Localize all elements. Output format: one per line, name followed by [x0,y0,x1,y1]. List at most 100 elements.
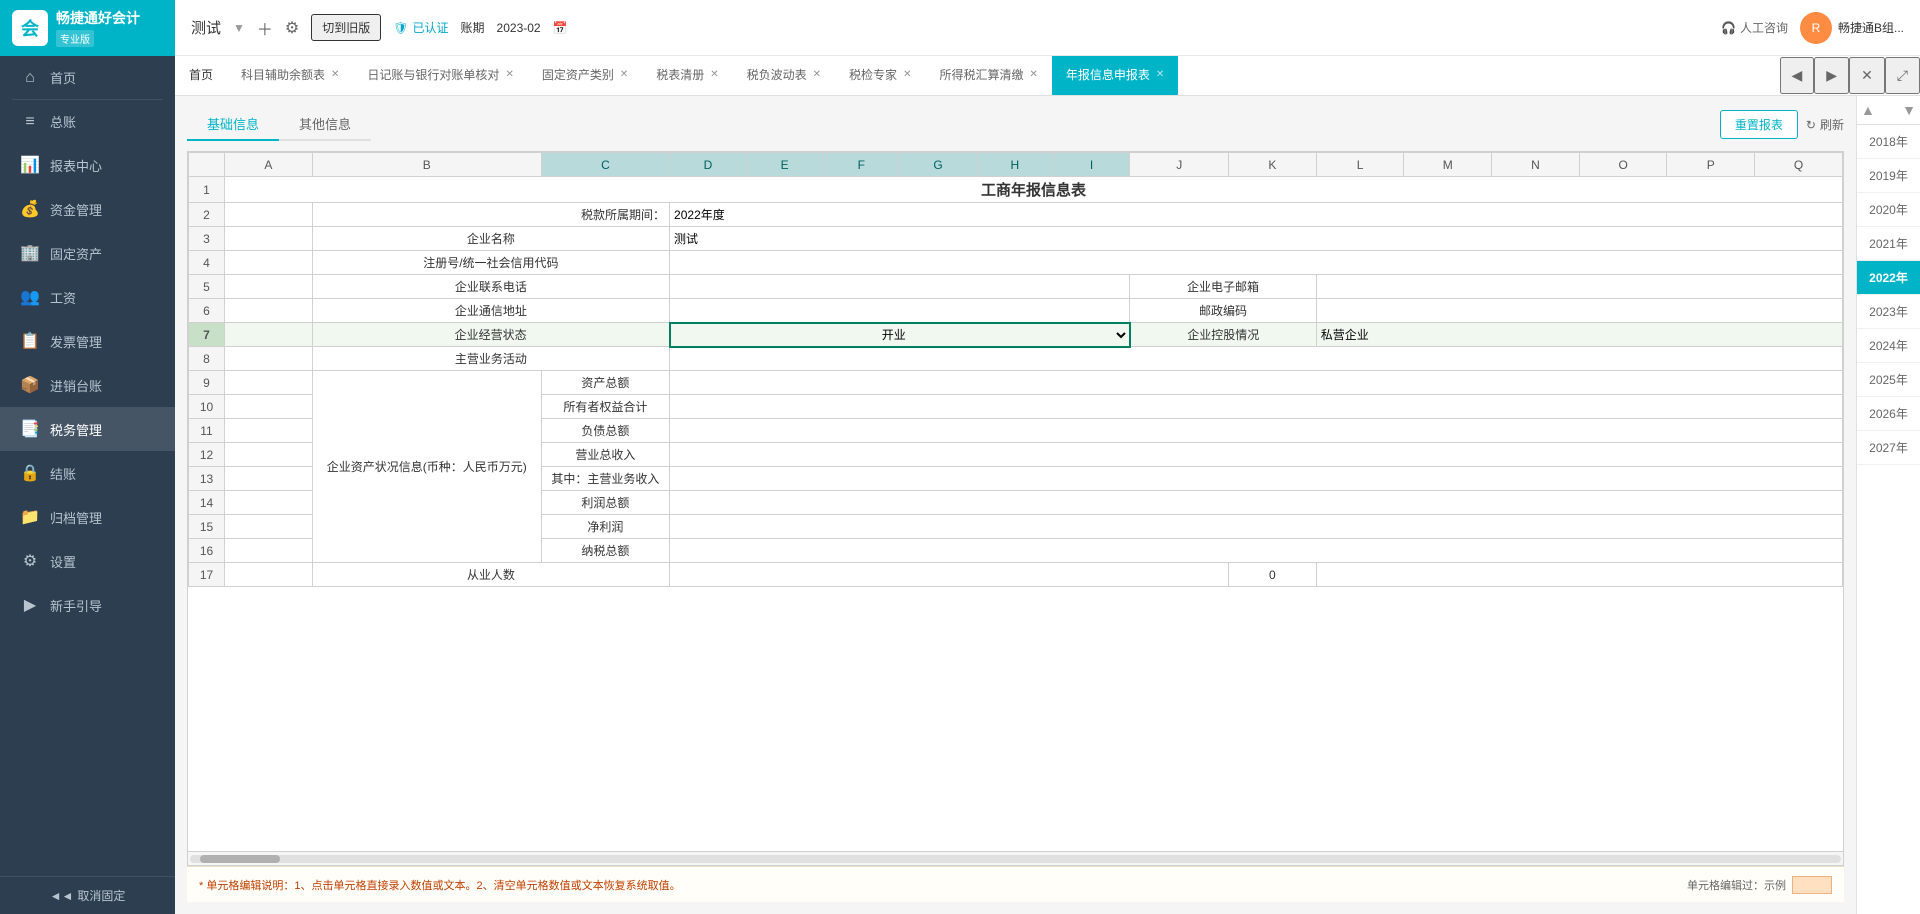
year-panel-up-btn[interactable]: ▲ [1859,100,1877,120]
report-title-cell[interactable]: 工商年报信息表 [225,177,1843,203]
sidebar-item-assets[interactable]: 🏢 固定资产 [0,231,175,275]
col-header-o[interactable]: O [1579,153,1667,177]
col-header-l[interactable]: L [1316,153,1404,177]
col-header-p[interactable]: P [1667,153,1755,177]
year-item-2025[interactable]: 2025年 [1857,363,1920,397]
col-header-m[interactable]: M [1404,153,1492,177]
business-status-select[interactable]: 开业 注销 吊销 迁出 撤销 [671,327,1129,343]
reset-report-btn[interactable]: 重置报表 [1720,110,1798,139]
cell-12-c[interactable] [670,443,1843,467]
topbar-settings-btn[interactable]: ⚙ [285,18,299,38]
cell-11-c[interactable] [670,419,1843,443]
tab-home[interactable]: 首页 [175,56,227,95]
cell-15-c[interactable] [670,515,1843,539]
cell-13-c[interactable] [670,467,1843,491]
sidebar-item-close[interactable]: 🔒 结账 [0,451,175,495]
cell-16-c[interactable] [670,539,1843,563]
tab-aux-close[interactable]: ✕ [331,69,339,80]
topbar-add-btn[interactable]: ＋ [257,16,273,40]
col-header-k[interactable]: K [1229,153,1317,177]
col-header-c[interactable]: C [541,153,669,177]
year-panel-down-btn[interactable]: ▼ [1900,100,1918,120]
sidebar-item-reports[interactable]: 📊 报表中心 [0,143,175,187]
cell-17-k[interactable] [1316,563,1842,587]
year-item-2019[interactable]: 2019年 [1857,159,1920,193]
refresh-btn[interactable]: ↻ 刷新 [1806,110,1844,139]
year-item-2018[interactable]: 2018年 [1857,125,1920,159]
cell-7-k[interactable]: 私营企业 [1316,323,1842,347]
cell-3-c[interactable]: 测试 [670,227,1843,251]
tab-annual-close[interactable]: ✕ [1156,69,1164,80]
col-header-q[interactable]: Q [1755,153,1843,177]
col-header-f[interactable]: F [823,153,900,177]
cell-5-k[interactable] [1316,275,1842,299]
calendar-icon[interactable]: 📅 [553,21,568,35]
year-item-2026[interactable]: 2026年 [1857,397,1920,431]
tab-taxlist-close[interactable]: ✕ [710,69,718,80]
year-item-2023[interactable]: 2023年 [1857,295,1920,329]
sidebar-item-inventory[interactable]: 📦 进销台账 [0,363,175,407]
year-item-2027[interactable]: 2027年 [1857,431,1920,465]
cell-8-c[interactable] [670,347,1843,371]
report-tab-basic[interactable]: 基础信息 [187,108,279,141]
sidebar-item-archive[interactable]: 📁 归档管理 [0,495,175,539]
cell-2-c[interactable]: 2022年度 [670,203,1843,227]
col-header-g[interactable]: G [900,153,977,177]
cell-17-j[interactable]: 0 [1229,563,1317,587]
tab-close-all-btn[interactable]: ✕ [1849,57,1885,94]
tab-taxlist[interactable]: 税表清册 ✕ [642,56,732,95]
cell-7-c-dropdown[interactable]: 开业 注销 吊销 迁出 撤销 [670,323,1130,347]
tab-assets-close[interactable]: ✕ [620,69,628,80]
sidebar-item-funds[interactable]: 💰 资金管理 [0,187,175,231]
cell-10-c[interactable] [670,395,1843,419]
tab-next-btn[interactable]: ▶ [1814,57,1849,94]
tab-annual[interactable]: 年报信息申报表 ✕ [1052,56,1178,95]
col-header-j[interactable]: J [1130,153,1229,177]
topbar-dropdown-arrow[interactable]: ▼ [233,21,245,35]
sidebar-collapse-btn[interactable]: ◄◄ 取消固定 [0,876,175,914]
cell-5-c[interactable] [670,275,1130,299]
tab-journal-close[interactable]: ✕ [505,69,513,80]
tab-aux[interactable]: 科目辅助余额表 ✕ [227,56,353,95]
service-btn[interactable]: 🎧 人工咨询 [1721,19,1788,36]
sidebar-item-invoice[interactable]: 📋 发票管理 [0,319,175,363]
spreadsheet-wrapper[interactable]: A B C D E F G H I J K L [188,152,1843,851]
h-scrollbar[interactable] [188,851,1843,865]
col-header-a[interactable]: A [225,153,313,177]
cell-6-k[interactable] [1316,299,1842,323]
user-menu[interactable]: R 畅捷通B组... [1800,12,1904,44]
tab-taxcheck[interactable]: 税检专家 ✕ [835,56,925,95]
cell-17-c[interactable] [670,563,1229,587]
tab-income-tax[interactable]: 所得税汇算清缴 ✕ [925,56,1051,95]
h-scrollbar-thumb[interactable] [200,855,280,863]
tab-taxwave-close[interactable]: ✕ [813,69,821,80]
cell-4-c[interactable] [670,251,1843,275]
sidebar-item-tax[interactable]: 📑 税务管理 [0,407,175,451]
tab-expand-btn[interactable]: ⤢ [1885,57,1920,94]
col-header-h[interactable]: H [976,153,1053,177]
col-header-n[interactable]: N [1492,153,1580,177]
col-header-d[interactable]: D [670,153,747,177]
col-header-i[interactable]: I [1053,153,1130,177]
col-header-e[interactable]: E [746,153,823,177]
sidebar-item-settings[interactable]: ⚙ 设置 [0,539,175,583]
year-item-2022[interactable]: 2022年 [1857,261,1920,295]
cell-6-c[interactable] [670,299,1130,323]
year-item-2020[interactable]: 2020年 [1857,193,1920,227]
cell-9-c[interactable] [670,371,1843,395]
tab-taxwave[interactable]: 税负波动表 ✕ [733,56,835,95]
sidebar-item-guide[interactable]: ▶ 新手引导 [0,583,175,627]
col-header-b[interactable]: B [312,153,541,177]
year-item-2021[interactable]: 2021年 [1857,227,1920,261]
sidebar-item-home[interactable]: ⌂ 首页 [0,56,175,99]
tab-income-tax-close[interactable]: ✕ [1029,69,1037,80]
cell-14-c[interactable] [670,491,1843,515]
year-item-2024[interactable]: 2024年 [1857,329,1920,363]
report-tab-other[interactable]: 其他信息 [279,108,371,141]
tab-assets-type[interactable]: 固定资产类别 ✕ [528,56,642,95]
switch-version-btn[interactable]: 切到旧版 [311,14,381,41]
tab-prev-btn[interactable]: ◀ [1780,57,1815,94]
sidebar-item-payroll[interactable]: 👥 工资 [0,275,175,319]
tab-journal[interactable]: 日记账与银行对账单核对 ✕ [353,56,527,95]
tab-taxcheck-close[interactable]: ✕ [903,69,911,80]
